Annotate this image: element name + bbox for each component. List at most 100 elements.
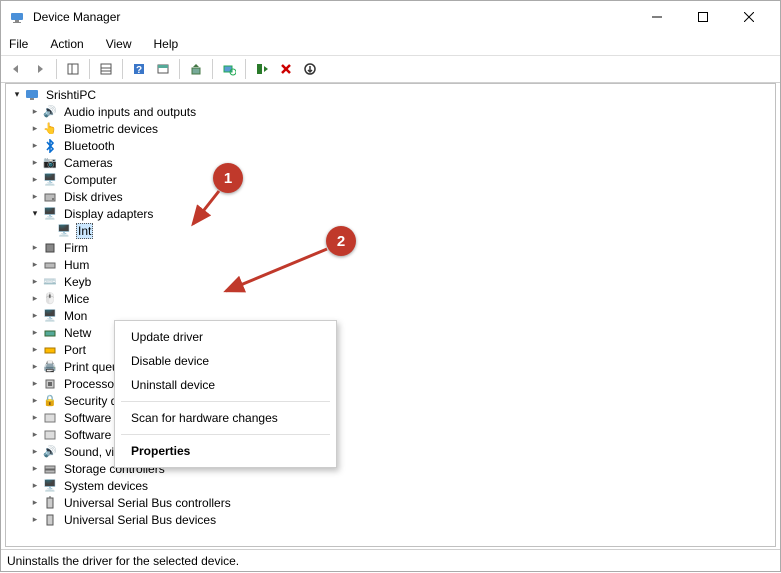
toolbar-separator [56,59,57,79]
expander-icon[interactable]: ▸ [28,479,42,493]
expander-icon[interactable]: ▸ [28,173,42,187]
expander-icon[interactable]: ▸ [28,258,42,272]
computer-icon: 🖥️ [42,172,58,188]
expander-icon[interactable]: ▸ [28,190,42,204]
minimize-button[interactable] [634,1,680,33]
show-hide-tree-button[interactable] [62,58,84,80]
expander-icon[interactable]: ▸ [28,139,42,153]
keyboard-icon: ⌨️ [42,274,58,290]
menu-file[interactable]: File [5,35,32,53]
tree-item-computer[interactable]: ▸🖥️Computer [6,171,775,188]
root-label: SrishtiPC [44,88,98,102]
expander-icon[interactable]: ▸ [28,377,42,391]
expander-icon[interactable]: ▸ [28,241,42,255]
storage-icon [42,461,58,477]
svg-text:?: ? [136,65,142,76]
expander-icon[interactable]: ▸ [28,394,42,408]
expander-icon[interactable]: ▸ [28,445,42,459]
toolbar-separator [245,59,246,79]
expander-icon[interactable]: ▸ [28,411,42,425]
ctx-uninstall-device[interactable]: Uninstall device [115,373,336,397]
ctx-scan-hardware[interactable]: Scan for hardware changes [115,406,336,430]
usb-icon [42,512,58,528]
maximize-button[interactable] [680,1,726,33]
toolbar-separator [122,59,123,79]
expander-icon[interactable]: ▸ [28,343,42,357]
context-menu: Update driver Disable device Uninstall d… [114,320,337,468]
tree-item-hid[interactable]: ▸Hum [6,256,775,273]
expander-icon[interactable]: ▾ [28,207,42,221]
system-icon: 🖥️ [42,478,58,494]
uninstall-button[interactable] [275,58,297,80]
device-tree-container: ▾ SrishtiPC ▸🔊Audio inputs and outputs ▸… [5,83,776,547]
expander-icon[interactable]: ▸ [28,122,42,136]
menubar: File Action View Help [1,33,780,55]
properties-button[interactable] [95,58,117,80]
cpu-icon [42,376,58,392]
tree-item-mice[interactable]: ▸🖱️Mice [6,290,775,307]
expander-icon[interactable]: ▸ [28,275,42,289]
tree-item-usb-devices[interactable]: ▸Universal Serial Bus devices [6,511,775,528]
toolbar-separator [89,59,90,79]
back-button[interactable] [5,58,27,80]
ctx-separator [121,434,330,435]
statusbar: Uninstalls the driver for the selected d… [1,549,780,571]
tree-item-biometric[interactable]: ▸👆Biometric devices [6,120,775,137]
tree-item-firmware[interactable]: ▸Firm [6,239,775,256]
annotation-badge-2: 2 [326,226,356,256]
scan-button[interactable] [218,58,240,80]
expander-icon[interactable]: ▸ [28,462,42,476]
expander-icon[interactable]: ▸ [28,428,42,442]
shield-icon: 🔒 [42,393,58,409]
toolbar-separator [212,59,213,79]
expander-icon[interactable]: ▸ [28,360,42,374]
enable-button[interactable] [251,58,273,80]
tree-item-audio[interactable]: ▸🔊Audio inputs and outputs [6,103,775,120]
action-button[interactable] [152,58,174,80]
update-driver-button[interactable] [185,58,207,80]
menu-view[interactable]: View [102,35,136,53]
disable-button[interactable] [299,58,321,80]
expander-icon[interactable]: ▸ [28,496,42,510]
sound-icon: 🔊 [42,444,58,460]
status-text: Uninstalls the driver for the selected d… [7,554,239,568]
computer-icon [24,87,40,103]
menu-action[interactable]: Action [46,35,87,53]
tree-root[interactable]: ▾ SrishtiPC [6,86,775,103]
ctx-update-driver[interactable]: Update driver [115,325,336,349]
port-icon [42,342,58,358]
expander-icon[interactable]: ▸ [28,513,42,527]
help-button[interactable]: ? [128,58,150,80]
expander-icon[interactable]: ▸ [28,105,42,119]
expander-icon[interactable]: ▸ [28,309,42,323]
tree-item-selected-gpu[interactable]: 🖥️Int [6,222,775,239]
tree-item-display-adapters[interactable]: ▾🖥️Display adapters [6,205,775,222]
camera-icon: 📷 [42,155,58,171]
expander-icon[interactable]: ▸ [28,292,42,306]
tree-item-system[interactable]: ▸🖥️System devices [6,477,775,494]
component-icon [42,410,58,426]
forward-button[interactable] [29,58,51,80]
expander-icon[interactable]: ▾ [10,88,24,102]
usb-icon [42,495,58,511]
tree-item-disk[interactable]: ▸Disk drives [6,188,775,205]
close-button[interactable] [726,1,772,33]
expander-icon[interactable]: ▸ [28,326,42,340]
toolbar-separator [179,59,180,79]
ctx-properties[interactable]: Properties [115,439,336,463]
tree-item-bluetooth[interactable]: ▸Bluetooth [6,137,775,154]
tree-item-cameras[interactable]: ▸📷Cameras [6,154,775,171]
tree-item-keyboards[interactable]: ▸⌨️Keyb [6,273,775,290]
network-icon [42,325,58,341]
display-icon: 🖥️ [42,206,58,222]
display-icon: 🖥️ [56,223,72,239]
hid-icon [42,257,58,273]
expander-icon[interactable]: ▸ [28,156,42,170]
chip-icon [42,240,58,256]
tree-item-usb-controllers[interactable]: ▸Universal Serial Bus controllers [6,494,775,511]
annotation-badge-1: 1 [213,163,243,193]
ctx-disable-device[interactable]: Disable device [115,349,336,373]
software-icon [42,427,58,443]
monitor-icon: 🖥️ [42,308,58,324]
menu-help[interactable]: Help [150,35,183,53]
